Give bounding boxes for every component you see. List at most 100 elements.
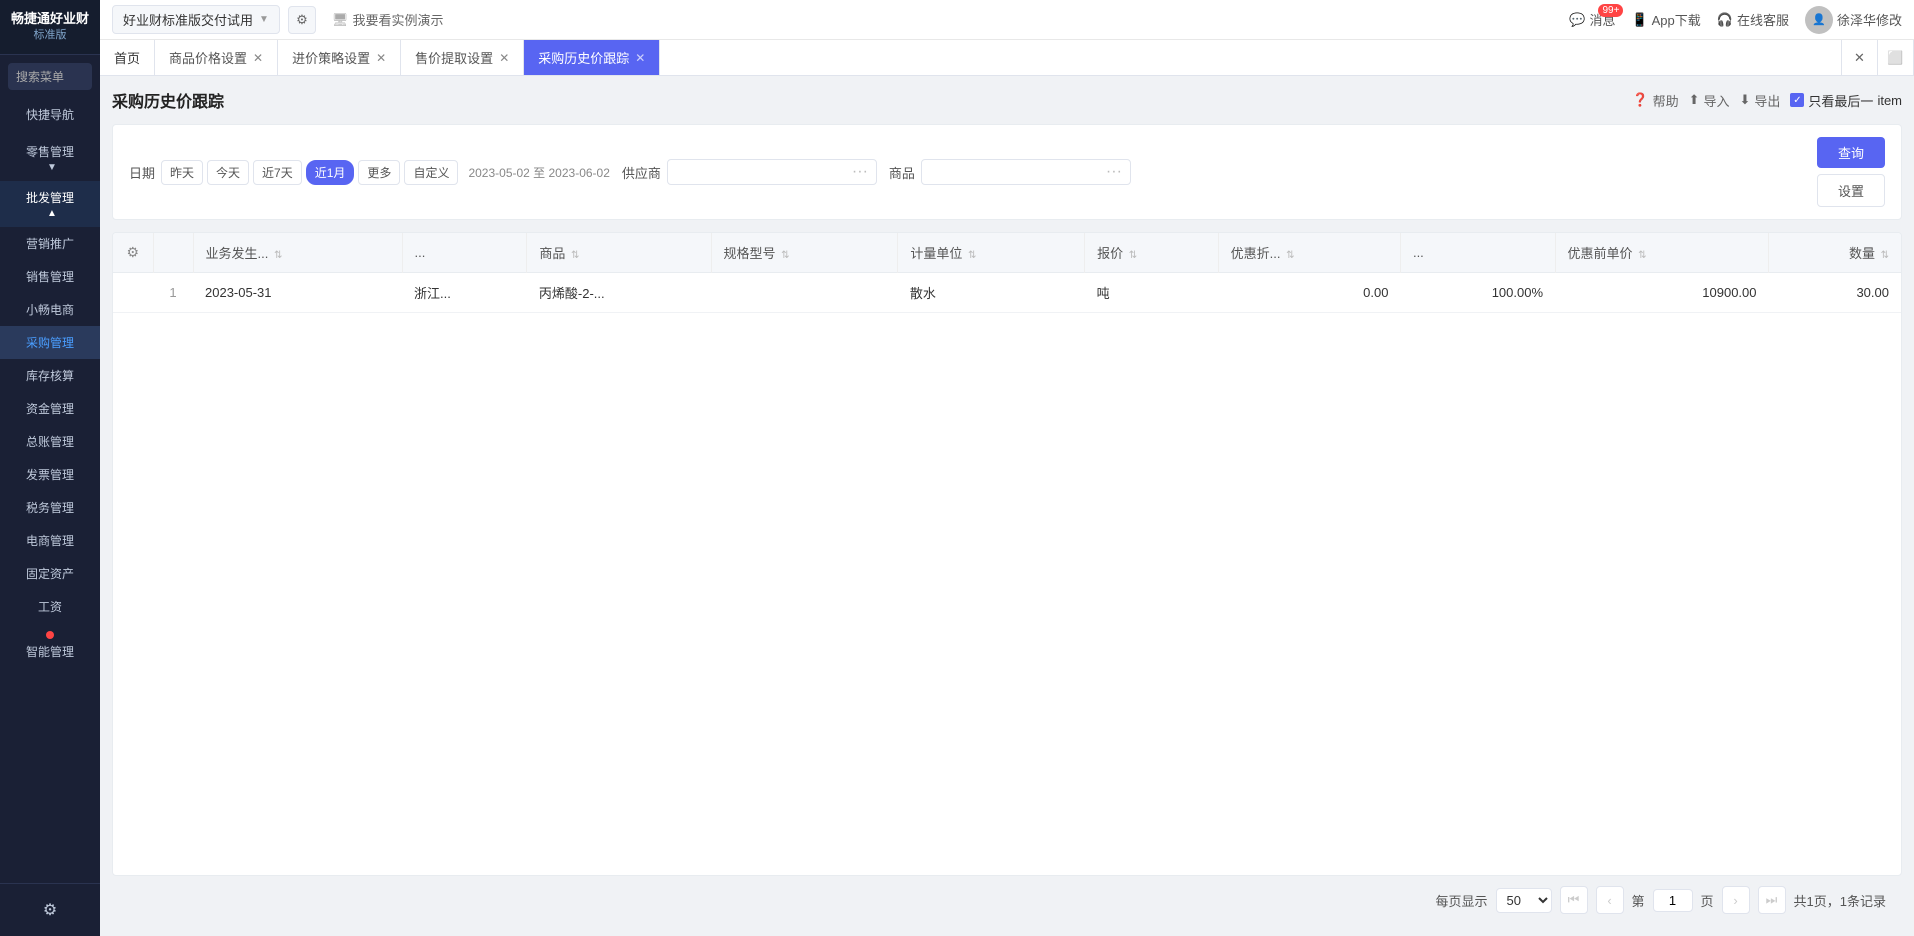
close-tab-purchase-history-icon[interactable]: ✕ (635, 51, 645, 65)
product-dots[interactable]: ··· (1106, 163, 1122, 181)
close-tab-action-button[interactable]: ✕ (1842, 40, 1878, 76)
close-tab-purchase-strategy-icon[interactable]: ✕ (376, 51, 386, 65)
main-area: 好业财标准版交付试用 ▼ ⚙ 🖥 我要看实例演示 💬 消息 99+ 📱 App下… (100, 0, 1914, 936)
sidebar-item-sales[interactable]: 销售管理 (0, 260, 100, 293)
table-header-row: ⚙ 业务发生... ⇅ ... 商品 ⇅ (113, 233, 1901, 273)
date-1month-button[interactable]: 近1月 (306, 160, 355, 185)
topbar-settings-button[interactable]: ⚙ (288, 6, 316, 34)
monitor-icon: 🖥 (332, 12, 349, 28)
col-settings: ⚙ (113, 233, 153, 273)
filter-row: 日期 昨天 今天 近7天 近1月 更多 自定义 2023-05-02 至 202… (129, 137, 1885, 207)
table-settings-icon[interactable]: ⚙ (126, 244, 139, 260)
product-input-wrap: ··· (921, 159, 1131, 185)
col-before-price[interactable]: 优惠前单价 ⇅ (1555, 233, 1768, 273)
col-dots2[interactable]: ... (1400, 233, 1555, 273)
messages-button[interactable]: 💬 消息 99+ (1569, 10, 1615, 29)
tab-sale-price[interactable]: 售价提取设置 ✕ (401, 40, 524, 76)
row-discount-cell: 100.00% (1400, 273, 1555, 313)
supplier-input[interactable] (676, 165, 852, 180)
sidebar-item-tax[interactable]: 税务管理 (0, 491, 100, 524)
prev-page-button[interactable]: ‹ (1596, 886, 1624, 914)
tab-product-price[interactable]: 商品价格设置 ✕ (155, 40, 278, 76)
sort-before-price-icon: ⇅ (1638, 250, 1646, 261)
sidebar-item-payroll[interactable]: 工资 (0, 590, 100, 623)
sidebar: 畅捷通好业财 标准版 搜索菜单 快捷导航 零售管理 ▼ 批发管理 ▲ 营销推广 … (0, 0, 100, 936)
app-download-button[interactable]: 📱 App下载 (1631, 10, 1700, 29)
date-yesterday-button[interactable]: 昨天 (161, 160, 203, 185)
close-tab-product-price-icon[interactable]: ✕ (253, 51, 263, 65)
date-quick-buttons: 昨天 今天 近7天 近1月 更多 自定义 (161, 160, 458, 185)
maximize-tab-button[interactable]: ⬜ (1878, 40, 1914, 76)
col-quantity[interactable]: 数量 ⇅ (1769, 233, 1901, 273)
total-info: 共1页，1条记录 (1794, 891, 1886, 910)
sort-price-icon: ⇅ (1129, 250, 1137, 261)
date-custom-button[interactable]: 自定义 (404, 160, 458, 185)
last-page-button[interactable]: ⏭ (1758, 886, 1786, 914)
sidebar-item-inventory[interactable]: 库存核算 (0, 359, 100, 392)
page-label: 第 (1632, 891, 1645, 910)
col-discount[interactable]: 优惠折... ⇅ (1218, 233, 1400, 273)
search-menu-button[interactable]: 搜索菜单 (8, 63, 92, 90)
col-dots1[interactable]: ... (402, 233, 527, 273)
col-product[interactable]: 商品 ⇅ (527, 233, 711, 273)
per-page-select[interactable]: 50 10 20 100 (1496, 888, 1552, 913)
tab-purchase-strategy[interactable]: 进价策略设置 ✕ (278, 40, 401, 76)
date-7days-button[interactable]: 近7天 (253, 160, 302, 185)
user-profile-button[interactable]: 👤 徐泽华修改 (1805, 6, 1902, 34)
close-tab-sale-price-icon[interactable]: ✕ (499, 51, 509, 65)
sidebar-item-fixed-assets[interactable]: 固定资产 (0, 557, 100, 590)
sidebar-item-smart[interactable]: 智能管理 (0, 623, 100, 668)
sidebar-item-retail[interactable]: 零售管理 ▼ (0, 135, 100, 181)
date-more-button[interactable]: 更多 (358, 160, 400, 185)
filter-panel: 日期 昨天 今天 近7天 近1月 更多 自定义 2023-05-02 至 202… (112, 124, 1902, 220)
supplier-filter: 供应商 ··· (622, 159, 877, 185)
import-button[interactable]: ⬆ 导入 (1689, 91, 1730, 110)
sidebar-item-invoice[interactable]: 发票管理 (0, 458, 100, 491)
only-last-checkbox[interactable]: ✓ (1790, 93, 1804, 107)
supplier-dots[interactable]: ··· (852, 163, 868, 181)
row-supplier-cell: 浙江... (402, 273, 527, 313)
filter-buttons: 查询 设置 (1817, 137, 1885, 207)
product-filter: 商品 ··· (889, 159, 1131, 185)
sidebar-item-marketing[interactable]: 营销推广 (0, 227, 100, 260)
row-settings-cell (113, 273, 153, 313)
sidebar-item-finance[interactable]: 资金管理 (0, 392, 100, 425)
sidebar-item-wholesale[interactable]: 批发管理 ▲ (0, 181, 100, 227)
help-link[interactable]: ❓ 帮助 (1632, 91, 1678, 110)
tab-home[interactable]: 首页 (100, 40, 155, 76)
filter-settings-button[interactable]: 设置 (1817, 174, 1885, 207)
col-date[interactable]: 业务发生... ⇅ (193, 233, 402, 273)
page-actions: ❓ 帮助 ⬆ 导入 ⬇ 导出 ✓ 只看最后一 item (1632, 91, 1902, 110)
user-avatar: 👤 (1805, 6, 1833, 34)
col-spec[interactable]: 规格型号 ⇅ (711, 233, 898, 273)
col-price[interactable]: 报价 ⇅ (1085, 233, 1218, 273)
demo-link[interactable]: 🖥 我要看实例演示 (332, 10, 444, 29)
page-number-input[interactable] (1653, 889, 1693, 912)
first-page-button[interactable]: ⏮ (1560, 886, 1588, 914)
col-unit[interactable]: 计量单位 ⇅ (898, 233, 1085, 273)
version-selector[interactable]: 好业财标准版交付试用 ▼ (112, 5, 280, 34)
sidebar-item-ledger[interactable]: 总账管理 (0, 425, 100, 458)
tabs-actions: ✕ ⬜ (1841, 40, 1914, 76)
row-product-cell: 丙烯酸-2-... (527, 273, 711, 313)
sidebar-nav: 零售管理 ▼ 批发管理 ▲ 营销推广 销售管理 小畅电商 采购管理 库存核算 资… (0, 131, 100, 672)
tab-purchase-history[interactable]: 采购历史价跟踪 ✕ (524, 40, 660, 76)
sidebar-item-ecommerce-small[interactable]: 小畅电商 (0, 293, 100, 326)
query-button[interactable]: 查询 (1817, 137, 1885, 168)
page-content: 采购历史价跟踪 ❓ 帮助 ⬆ 导入 ⬇ 导出 ✓ 只看最后一 item (100, 76, 1914, 936)
date-today-button[interactable]: 今天 (207, 160, 249, 185)
customer-service-button[interactable]: 🎧 在线客服 (1717, 10, 1789, 29)
sidebar-item-quick-nav[interactable]: 快捷导航 (0, 98, 100, 131)
product-input[interactable] (930, 165, 1106, 180)
settings-icon[interactable]: ⚙ (0, 892, 100, 928)
chevron-down-icon: ▼ (259, 14, 269, 25)
next-page-button[interactable]: › (1722, 886, 1750, 914)
supplier-input-wrap: ··· (667, 159, 877, 185)
sort-discount-icon: ⇅ (1286, 250, 1294, 261)
sidebar-item-purchase[interactable]: 采购管理 (0, 326, 100, 359)
sort-quantity-icon: ⇅ (1881, 250, 1889, 261)
export-button[interactable]: ⬇ 导出 (1740, 91, 1781, 110)
topbar: 好业财标准版交付试用 ▼ ⚙ 🖥 我要看实例演示 💬 消息 99+ 📱 App下… (100, 0, 1914, 40)
sidebar-item-ecommerce[interactable]: 电商管理 (0, 524, 100, 557)
date-range-display: 2023-05-02 至 2023-06-02 (468, 164, 609, 181)
